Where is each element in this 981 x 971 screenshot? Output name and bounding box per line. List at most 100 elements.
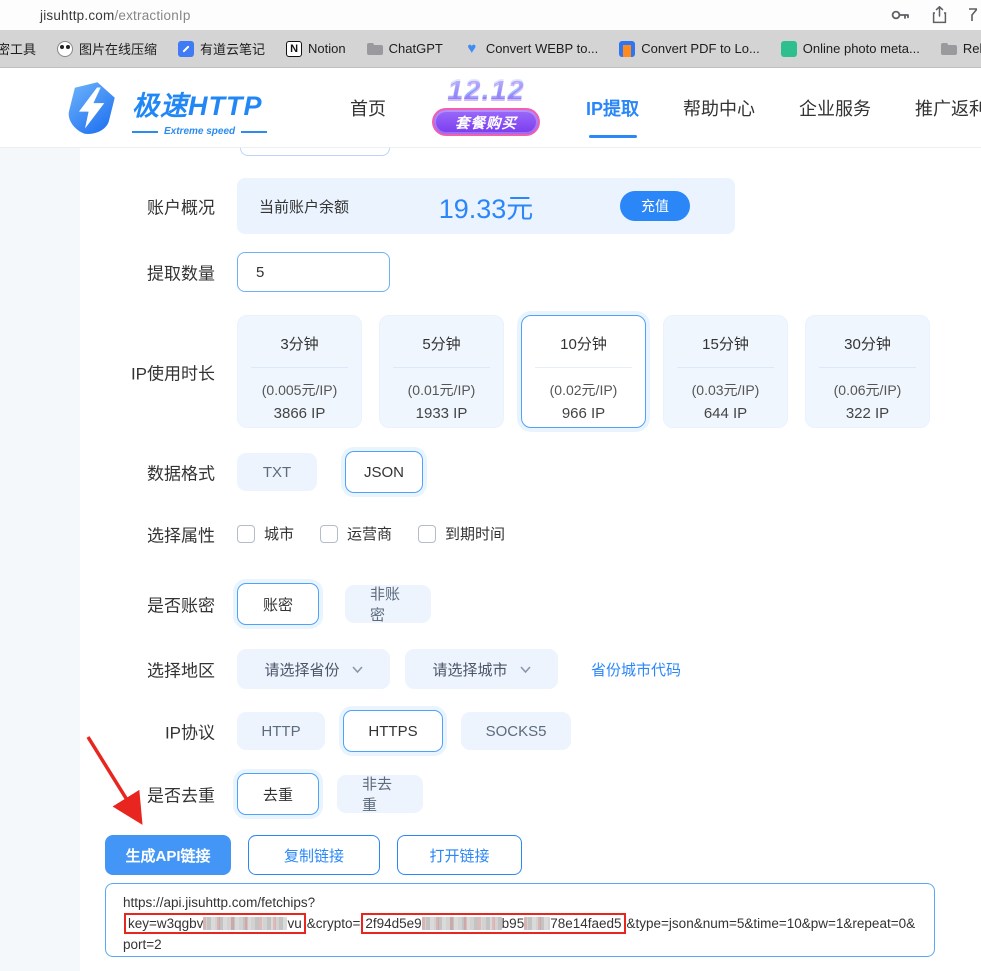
account-row-label: 账户概况: [147, 198, 215, 218]
heart-icon: ♥: [467, 40, 477, 57]
pixelated-mask: [524, 917, 551, 930]
actions-row: 生成API链接 复制链接 打开链接: [80, 835, 981, 875]
api-url-line2: key=w3qgbv vu &crypto= 2f94d5e9 b95 78e14faed…: [123, 913, 934, 934]
region-row-label: 选择地区: [147, 661, 215, 681]
balance-label: 当前账户余额: [259, 198, 350, 216]
share-icon[interactable]: [932, 6, 947, 24]
bookmark-item[interactable]: 有道云笔记: [178, 39, 265, 58]
duration-card-30min[interactable]: 30分钟 (0.06元/IP) 322 IP: [805, 315, 930, 428]
dedup-option-no[interactable]: 非去重: [337, 775, 423, 814]
bookmark-item[interactable]: Relakkes: [940, 41, 981, 57]
checkbox-box[interactable]: [418, 524, 437, 543]
chevron-down-icon: [351, 665, 363, 673]
clipped-input-remnant: [240, 148, 390, 156]
address-bar[interactable]: jisuhttp.com/extractionIp: [40, 8, 191, 23]
api-url-row: https://api.jisuhttp.com/fetchips? key=w…: [80, 883, 981, 957]
pixelated-mask: [421, 917, 502, 930]
checkbox-box[interactable]: [320, 524, 339, 543]
main-nav: 首页 12.12 套餐购买 IP提取 帮助中心 企业服务 推广返利: [350, 68, 981, 148]
protocol-option-socks5[interactable]: SOCKS5: [461, 712, 571, 750]
format-option-txt[interactable]: TXT: [237, 453, 317, 491]
auth-option-credentials[interactable]: 账密: [237, 583, 319, 625]
format-row: 数据格式 TXT JSON: [80, 451, 981, 493]
dedup-row-label: 是否去重: [147, 786, 215, 806]
extraction-form: 账户概况 当前账户余额 19.33元 充值 提取数量 IP使用时长 3分钟 (0…: [80, 148, 981, 971]
folder-icon: [366, 41, 383, 57]
region-selects: 请选择省份 请选择城市 省份城市代码: [237, 649, 681, 689]
logo-title: 极速HTTP: [132, 91, 263, 121]
checkbox-box[interactable]: [237, 524, 255, 543]
logo-tagline: Extreme speed: [132, 126, 267, 137]
auth-option-no-credentials[interactable]: 非账密: [345, 585, 431, 624]
folder-icon: [940, 41, 957, 57]
chevron-down-icon: [519, 665, 531, 673]
nav-item-referral[interactable]: 推广返利: [915, 95, 981, 121]
balance-value: 19.33元: [438, 193, 534, 224]
nav-item-home[interactable]: 首页: [350, 95, 386, 121]
password-key-icon[interactable]: [891, 9, 910, 21]
protocol-options: HTTP HTTPS SOCKS5: [237, 710, 571, 752]
api-url-box[interactable]: https://api.jisuhttp.com/fetchips? key=w…: [105, 883, 935, 957]
api-url-line1: https://api.jisuhttp.com/fetchips?: [123, 895, 316, 910]
panda-icon: [57, 40, 74, 57]
attributes-row: 选择属性 城市 运营商 到期时间: [80, 523, 981, 546]
duration-card-3min[interactable]: 3分钟 (0.005元/IP) 3866 IP: [237, 315, 362, 428]
nav-item-help-center[interactable]: 帮助中心: [683, 95, 755, 121]
url-path: /extractionIp: [114, 7, 191, 23]
auth-options: 账密 非账密: [237, 583, 431, 625]
bookmark-item[interactable]: ♥ Convert WEBP to...: [464, 40, 598, 57]
pdf-converter-icon: [619, 40, 636, 57]
checkbox-expire-time[interactable]: 到期时间: [418, 523, 505, 544]
quantity-input[interactable]: [237, 252, 390, 292]
city-select[interactable]: 请选择城市: [405, 649, 558, 689]
open-link-button[interactable]: 打开链接: [397, 835, 522, 875]
auth-row-label: 是否账密: [147, 596, 215, 616]
bookmark-item[interactable]: N Notion: [286, 40, 346, 57]
page: jisuhttp.com/extractionIp 加密工具 图片在线压缩 有道…: [0, 0, 981, 971]
region-row: 选择地区 请选择省份 请选择城市 省份城市代码: [80, 649, 981, 689]
duration-card-15min[interactable]: 15分钟 (0.03元/IP) 644 IP: [663, 315, 788, 428]
duration-card-5min[interactable]: 5分钟 (0.01元/IP) 1933 IP: [379, 315, 504, 428]
site-logo[interactable]: 极速HTTP Extreme speed: [62, 79, 267, 142]
active-nav-underline: [588, 135, 637, 138]
attribute-checkboxes: 城市 运营商 到期时间: [237, 523, 505, 544]
bookmark-item[interactable]: 加密工具: [0, 39, 36, 58]
format-row-label: 数据格式: [147, 464, 215, 484]
bookmark-item[interactable]: Online photo meta...: [780, 40, 920, 57]
auth-row: 是否账密 账密 非账密: [80, 583, 981, 625]
duration-row: IP使用时长 3分钟 (0.005元/IP) 3866 IP 5分钟 (0.01…: [80, 315, 981, 428]
duration-card-10min[interactable]: 10分钟 (0.02元/IP) 966 IP: [521, 315, 646, 428]
protocol-option-https[interactable]: HTTPS: [343, 710, 443, 752]
dedup-row: 是否去重 去重 非去重: [80, 773, 981, 815]
province-city-code-link[interactable]: 省份城市代码: [591, 659, 681, 680]
dedup-options: 去重 非去重: [237, 773, 423, 815]
bookmark-item[interactable]: ChatGPT: [366, 41, 443, 57]
bookmark-item[interactable]: Convert PDF to Lo...: [619, 40, 760, 57]
nav-item-enterprise[interactable]: 企业服务: [799, 95, 871, 121]
checkbox-carrier[interactable]: 运营商: [320, 523, 392, 544]
protocol-row-label: IP协议: [164, 723, 215, 743]
key-redaction-box: key=w3qgbv vu: [124, 913, 306, 934]
pixelated-mask: [203, 917, 288, 930]
checkbox-city[interactable]: 城市: [237, 523, 294, 544]
clipped-toolbar-icon[interactable]: [969, 8, 977, 22]
protocol-row: IP协议 HTTP HTTPS SOCKS5: [80, 710, 981, 752]
quantity-row: 提取数量: [80, 252, 981, 292]
duration-row-label: IP使用时长: [130, 364, 215, 383]
generate-api-link-button[interactable]: 生成API链接: [105, 835, 231, 875]
youdao-pen-icon: [178, 40, 195, 57]
nav-item-ip-extract[interactable]: IP提取: [586, 95, 639, 138]
province-select[interactable]: 请选择省份: [237, 649, 390, 689]
duration-card-list: 3分钟 (0.005元/IP) 3866 IP 5分钟 (0.01元/IP) 1…: [237, 315, 930, 428]
quantity-row-label: 提取数量: [147, 264, 215, 284]
notion-icon: N: [286, 40, 303, 57]
copy-link-button[interactable]: 复制链接: [248, 835, 380, 875]
promo-1212-badge[interactable]: 12.12 套餐购买: [430, 74, 542, 140]
recharge-button[interactable]: 充值: [620, 191, 690, 221]
protocol-option-http[interactable]: HTTP: [237, 712, 325, 750]
dedup-option-yes[interactable]: 去重: [237, 773, 319, 815]
browser-url-bar: jisuhttp.com/extractionIp: [0, 0, 981, 30]
format-option-json[interactable]: JSON: [345, 451, 423, 493]
crypto-redaction-box: 2f94d5e9 b95 78e14faed5: [361, 913, 626, 934]
bookmark-item[interactable]: 图片在线压缩: [57, 39, 157, 58]
